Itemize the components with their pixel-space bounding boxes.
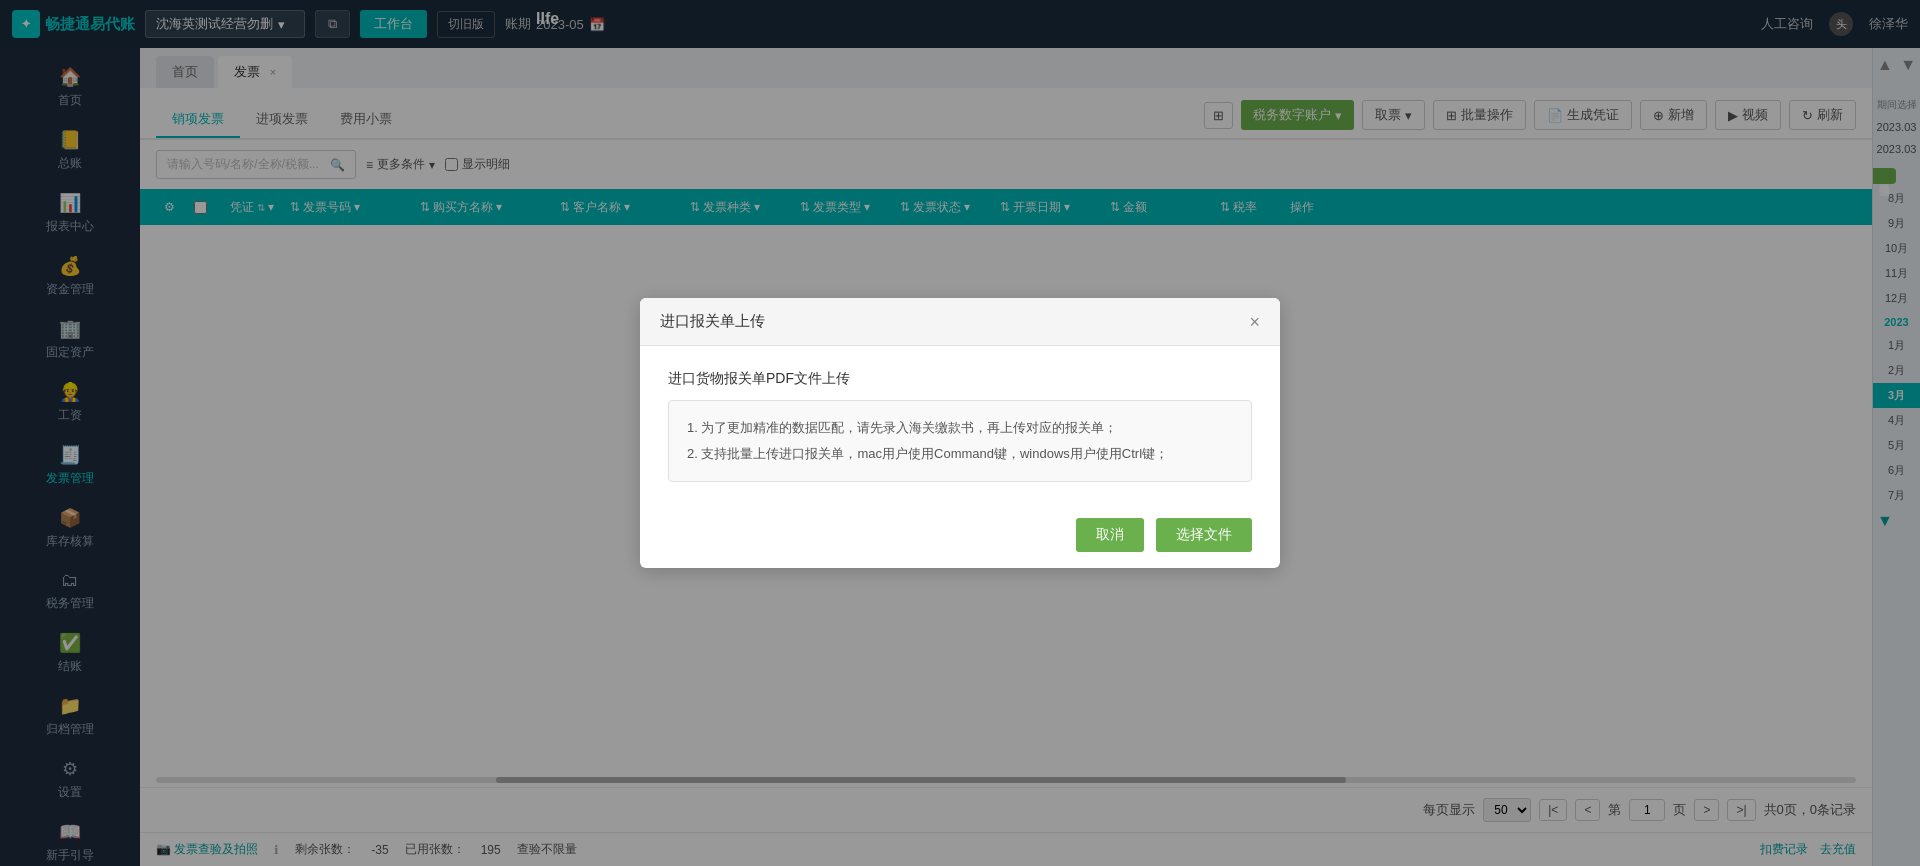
modal-overlay[interactable]: 进口报关单上传 × 进口货物报关单PDF文件上传 1. 为了更加精准的数据匹配，… <box>0 0 1920 866</box>
import-modal: 进口报关单上传 × 进口货物报关单PDF文件上传 1. 为了更加精准的数据匹配，… <box>640 298 1280 568</box>
instruction-1: 1. 为了更加精准的数据匹配，请先录入海关缴款书，再上传对应的报关单； <box>687 415 1233 441</box>
modal-body: 进口货物报关单PDF文件上传 1. 为了更加精准的数据匹配，请先录入海关缴款书，… <box>640 346 1280 502</box>
instruction-2: 2. 支持批量上传进口报关单，mac用户使用Command键，windows用户… <box>687 441 1233 467</box>
modal-header: 进口报关单上传 × <box>640 298 1280 346</box>
modal-title: 进口报关单上传 <box>660 312 765 331</box>
modal-info-box: 1. 为了更加精准的数据匹配，请先录入海关缴款书，再上传对应的报关单； 2. 支… <box>668 400 1252 482</box>
select-file-button[interactable]: 选择文件 <box>1156 518 1252 552</box>
modal-close-button[interactable]: × <box>1249 313 1260 331</box>
modal-cancel-button[interactable]: 取消 <box>1076 518 1144 552</box>
modal-section-title: 进口货物报关单PDF文件上传 <box>668 370 1252 388</box>
modal-footer: 取消 选择文件 <box>640 502 1280 568</box>
